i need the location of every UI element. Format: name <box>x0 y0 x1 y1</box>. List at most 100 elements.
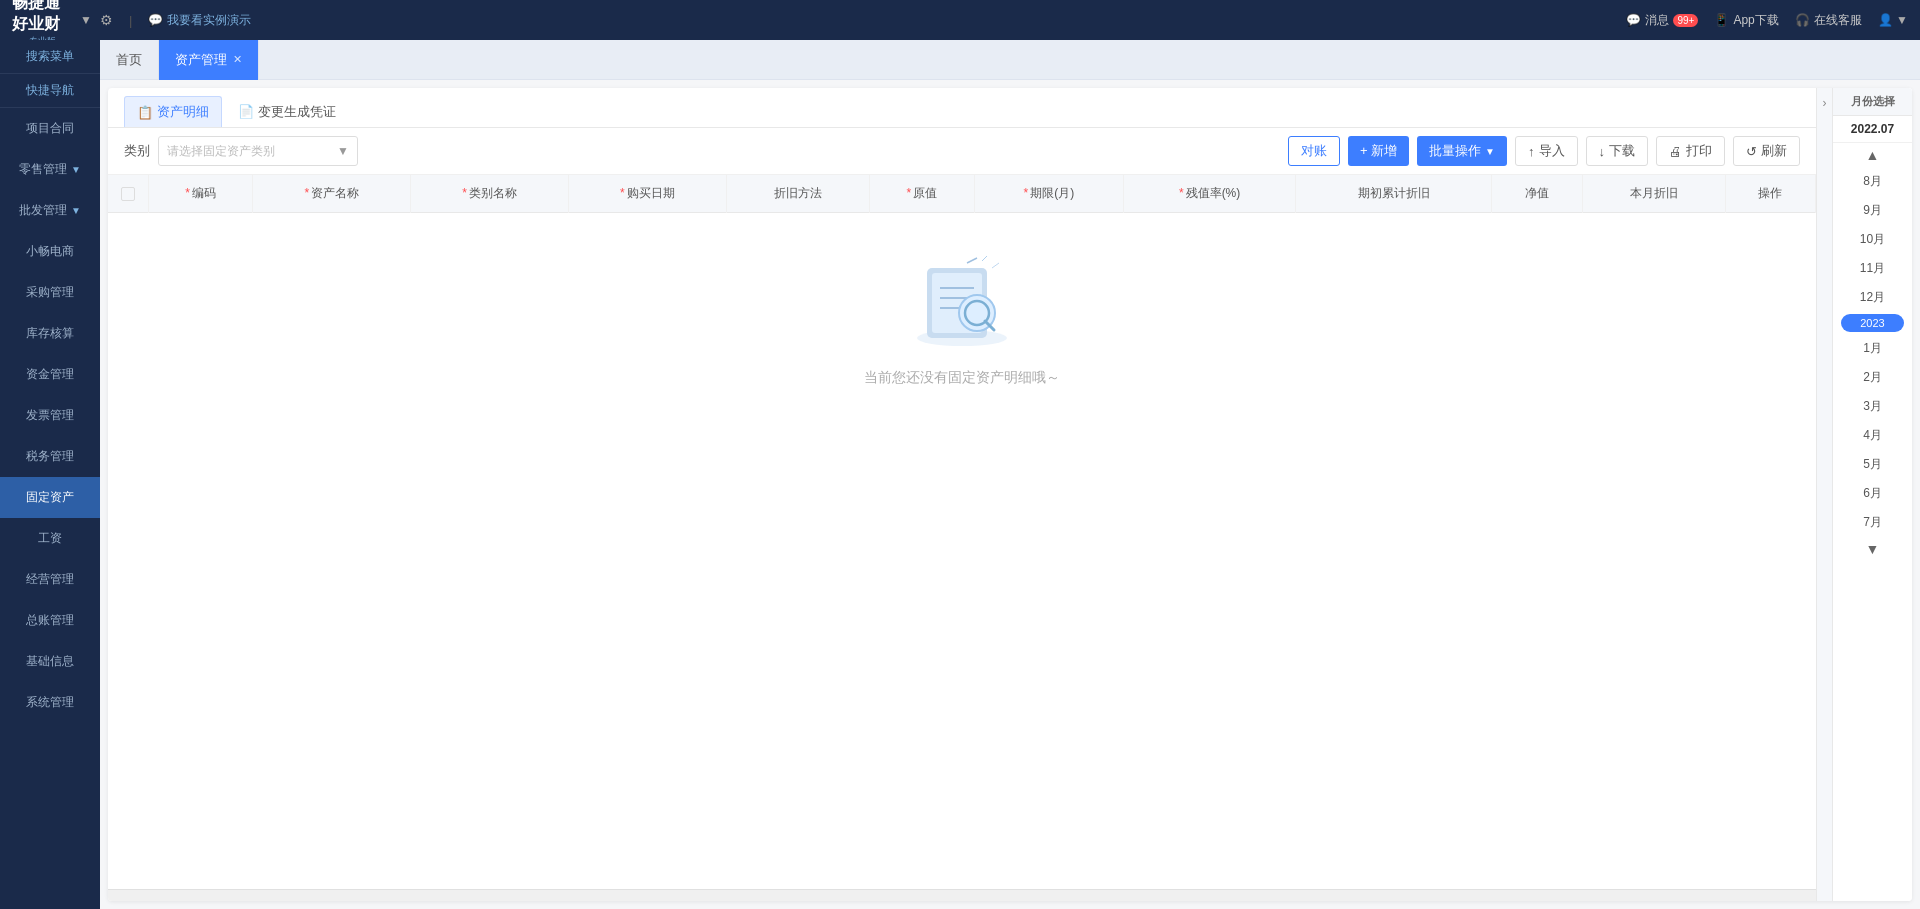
sidebar-item-search-menu[interactable]: 搜索菜单 <box>0 40 100 74</box>
sidebar-item-payroll[interactable]: 工资 <box>0 518 100 559</box>
download-button[interactable]: ↓ 下载 <box>1586 136 1649 166</box>
add-button[interactable]: + 新增 <box>1348 136 1409 166</box>
reconcile-button[interactable]: 对账 <box>1288 136 1340 166</box>
month-item-12[interactable]: 12月 <box>1833 283 1912 312</box>
toolbar-right: 对账 + 新增 批量操作 ▼ ↑ 导入 ↓ 下载 <box>1288 136 1800 166</box>
user-avatar[interactable]: 👤 ▼ <box>1878 13 1908 27</box>
sidebar-label: 库存核算 <box>26 325 74 342</box>
sidebar-label: 资金管理 <box>26 366 74 383</box>
sidebar: 搜索菜单 快捷导航 项目合同 零售管理 ▼ 批发管理 ▼ 小畅电商 采购管理 库… <box>0 40 100 909</box>
sidebar-item-retail[interactable]: 零售管理 ▼ <box>0 149 100 190</box>
table-header-row: *编码 *资产名称 *类别名称 *购买日期 折旧方法 *原值 *期限(月) *残… <box>108 175 1816 213</box>
service-icon: 🎧 <box>1795 13 1810 27</box>
month-item-9[interactable]: 9月 <box>1833 196 1912 225</box>
sidebar-label: 经营管理 <box>26 571 74 588</box>
month-item-1[interactable]: 1月 <box>1833 334 1912 363</box>
online-service-button[interactable]: 🎧 在线客服 <box>1795 12 1862 29</box>
asset-table: *编码 *资产名称 *类别名称 *购买日期 折旧方法 *原值 *期限(月) *残… <box>108 175 1816 213</box>
sub-tab-change-voucher[interactable]: 📄 变更生成凭证 <box>226 97 348 127</box>
bottom-scrollbar[interactable] <box>108 889 1816 901</box>
refresh-button[interactable]: ↺ 刷新 <box>1733 136 1800 166</box>
tab-home[interactable]: 首页 <box>100 40 159 80</box>
svg-line-11 <box>992 263 999 268</box>
month-item-10[interactable]: 10月 <box>1833 225 1912 254</box>
settings-icon[interactable]: ⚙ <box>100 12 113 28</box>
category-select[interactable]: 请选择固定资产类别 ▼ <box>158 136 358 166</box>
sub-tab-label: 资产明细 <box>157 103 209 121</box>
sidebar-item-ecommerce[interactable]: 小畅电商 <box>0 231 100 272</box>
th-operations: 操作 <box>1725 175 1815 213</box>
th-net-value: 净值 <box>1492 175 1582 213</box>
download-icon: ↓ <box>1599 144 1606 159</box>
chevron-right-icon: › <box>1823 96 1827 110</box>
month-nav-down[interactable]: ▼ <box>1833 537 1912 561</box>
sidebar-label: 批发管理 <box>19 202 67 219</box>
year-badge-2023[interactable]: 2023 <box>1841 314 1904 332</box>
month-item-4[interactable]: 4月 <box>1833 421 1912 450</box>
message-badge: 99+ <box>1673 14 1698 27</box>
sidebar-item-general-ledger[interactable]: 总账管理 <box>0 600 100 641</box>
month-item-3[interactable]: 3月 <box>1833 392 1912 421</box>
demo-link[interactable]: 💬 我要看实例演示 <box>148 12 251 29</box>
sidebar-item-purchase[interactable]: 采购管理 <box>0 272 100 313</box>
toolbar-left: 类别 请选择固定资产类别 ▼ <box>124 136 1280 166</box>
sub-tab-asset-detail[interactable]: 📋 资产明细 <box>124 96 222 127</box>
sidebar-item-basic-info[interactable]: 基础信息 <box>0 641 100 682</box>
month-nav-up[interactable]: ▲ <box>1833 143 1912 167</box>
sidebar-item-fixed-assets[interactable]: 固定资产 <box>0 477 100 518</box>
tab-close-icon[interactable]: ✕ <box>233 53 242 66</box>
sidebar-label: 工资 <box>38 530 62 547</box>
company-dropdown[interactable]: ▼ <box>80 13 92 27</box>
import-label: 导入 <box>1539 142 1565 160</box>
sidebar-item-finance[interactable]: 资金管理 <box>0 354 100 395</box>
category-placeholder: 请选择固定资产类别 <box>167 143 275 160</box>
month-item-7[interactable]: 7月 <box>1833 508 1912 537</box>
sidebar-item-inventory[interactable]: 库存核算 <box>0 313 100 354</box>
th-checkbox <box>108 175 148 213</box>
category-label: 类别 <box>124 142 150 160</box>
empty-state: 当前您还没有固定资产明细哦～ <box>108 213 1816 427</box>
th-code: *编码 <box>148 175 253 213</box>
month-item-11[interactable]: 11月 <box>1833 254 1912 283</box>
search-menu-label: 搜索菜单 <box>26 49 74 63</box>
app-download-button[interactable]: 📱 App下载 <box>1714 12 1778 29</box>
month-item-5[interactable]: 5月 <box>1833 450 1912 479</box>
chevron-down-icon: ▼ <box>71 164 81 175</box>
th-purchase-date: *购买日期 <box>569 175 727 213</box>
month-item-6[interactable]: 6月 <box>1833 479 1912 508</box>
th-depreciation-method: 折旧方法 <box>726 175 869 213</box>
sidebar-item-project-contract[interactable]: 项目合同 <box>0 108 100 149</box>
month-item-8[interactable]: 8月 <box>1833 167 1912 196</box>
quick-nav-label: 快捷导航 <box>26 83 74 97</box>
toolbar: 类别 请选择固定资产类别 ▼ 对账 + 新增 批量操作 ▼ <box>108 128 1816 175</box>
top-bar-left: 畅捷通好业财 专业版 ▼ ⚙ | 💬 我要看实例演示 <box>12 0 1614 40</box>
panel-toggle[interactable]: › <box>1816 88 1832 901</box>
sidebar-item-tax[interactable]: 税务管理 <box>0 436 100 477</box>
top-bar: 畅捷通好业财 专业版 ▼ ⚙ | 💬 我要看实例演示 💬 消息 99+ 📱 Ap… <box>0 0 1920 40</box>
sidebar-item-wholesale[interactable]: 批发管理 ▼ <box>0 190 100 231</box>
th-category-name: *类别名称 <box>411 175 569 213</box>
month-item-2[interactable]: 2月 <box>1833 363 1912 392</box>
sidebar-item-operations[interactable]: 经营管理 <box>0 559 100 600</box>
refresh-icon: ↺ <box>1746 144 1757 159</box>
import-icon: ↑ <box>1528 144 1535 159</box>
dropdown-arrow-icon: ▼ <box>337 144 349 158</box>
import-button[interactable]: ↑ 导入 <box>1515 136 1578 166</box>
print-label: 打印 <box>1686 142 1712 160</box>
chevron-down-icon: ▼ <box>71 205 81 216</box>
tab-asset-management[interactable]: 资产管理 ✕ <box>159 40 259 80</box>
message-icon: 💬 <box>1626 13 1641 27</box>
sidebar-label: 系统管理 <box>26 694 74 711</box>
sidebar-item-quick-nav[interactable]: 快捷导航 <box>0 74 100 108</box>
select-all-checkbox[interactable] <box>121 187 135 201</box>
sidebar-label: 小畅电商 <box>26 243 74 260</box>
th-period: *期限(月) <box>974 175 1123 213</box>
print-button[interactable]: 🖨 打印 <box>1656 136 1725 166</box>
th-residual-rate: *残值率(%) <box>1123 175 1295 213</box>
sub-tab-label: 变更生成凭证 <box>258 103 336 121</box>
table-container: *编码 *资产名称 *类别名称 *购买日期 折旧方法 *原值 *期限(月) *残… <box>108 175 1816 889</box>
batch-ops-button[interactable]: 批量操作 ▼ <box>1417 136 1507 166</box>
messages-button[interactable]: 💬 消息 99+ <box>1626 12 1698 29</box>
sidebar-item-system[interactable]: 系统管理 <box>0 682 100 723</box>
sidebar-item-invoice[interactable]: 发票管理 <box>0 395 100 436</box>
